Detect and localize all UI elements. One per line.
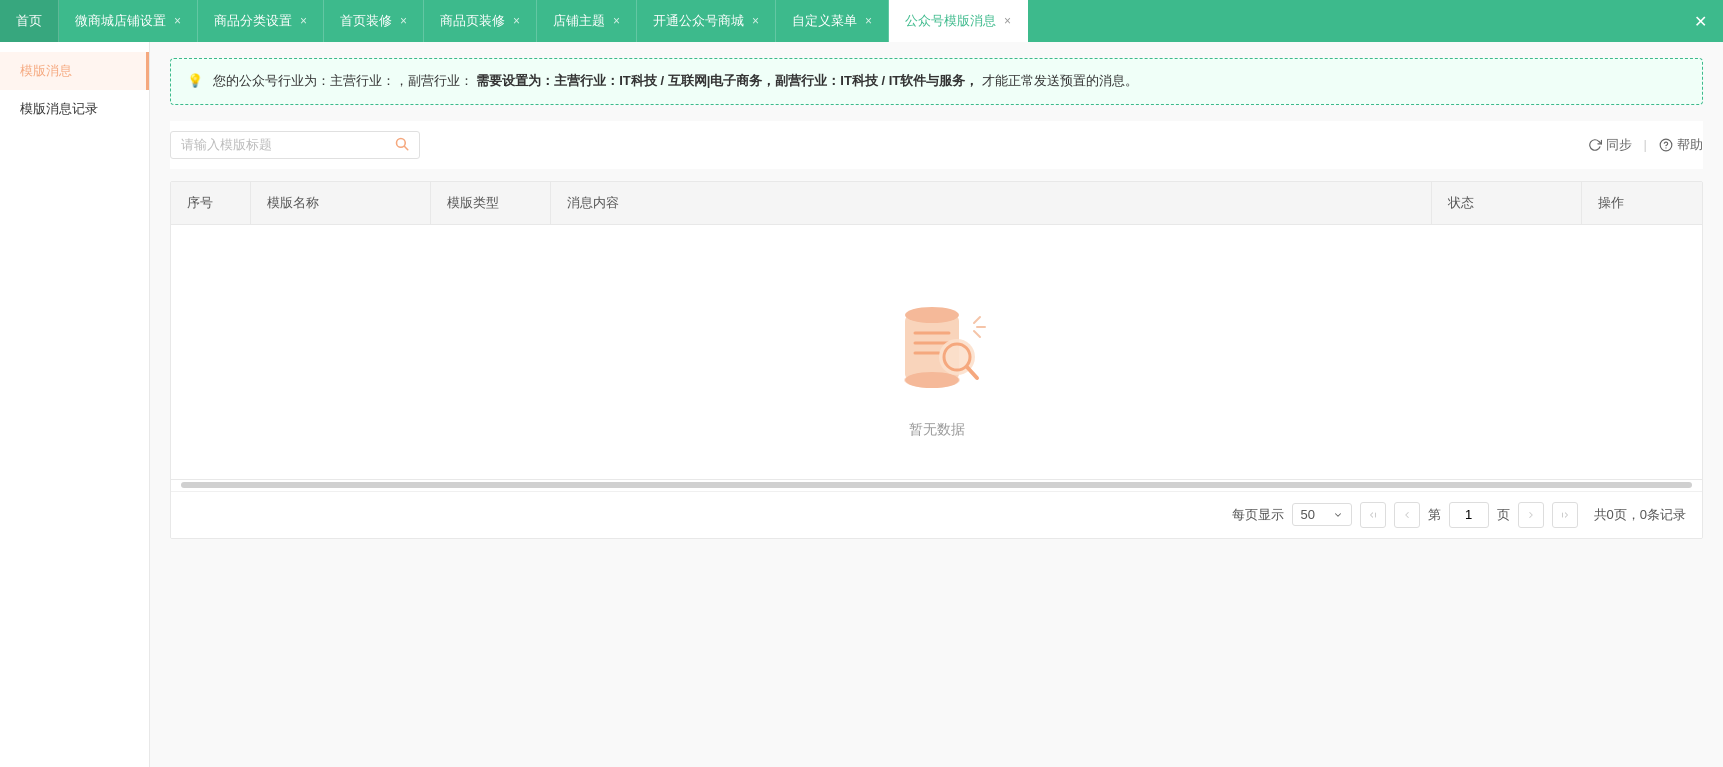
tab-template-msg[interactable]: 公众号模版消息 × [889,0,1028,42]
last-page-icon [1560,510,1570,520]
tab-shop-theme-label: 店铺主题 [553,12,605,30]
tab-shop-theme-close[interactable]: × [613,14,620,28]
tab-wechat-shop[interactable]: 微商城店铺设置 × [59,0,198,42]
sidebar: 模版消息 模版消息记录 [0,42,150,767]
search-row: 同步 | 帮助 [170,121,1703,169]
search-actions: 同步 | 帮助 [1588,136,1703,154]
col-name: 模版名称 [251,182,431,224]
tab-product-decor-close[interactable]: × [513,14,520,28]
tab-bar-close-all[interactable]: ✕ [1678,12,1723,31]
tab-custom-menu[interactable]: 自定义菜单 × [776,0,889,42]
sidebar-item-template-message-log[interactable]: 模版消息记录 [0,90,149,128]
empty-text: 暂无数据 [909,421,965,439]
prev-page-icon [1402,510,1412,520]
search-input[interactable] [181,137,394,152]
col-content: 消息内容 [551,182,1432,224]
tab-home-decor-close[interactable]: × [400,14,407,28]
search-input-wrap[interactable] [170,131,420,159]
content-area: 💡 您的公众号行业为：主营行业：，副营行业： 需要设置为：主营行业：IT科技 /… [150,42,1723,767]
first-page-button[interactable] [1360,502,1386,528]
fake-scrollbar[interactable] [181,482,1692,488]
tab-wechat-shop-close[interactable]: × [174,14,181,28]
tab-template-msg-label: 公众号模版消息 [905,12,996,30]
sidebar-item-template-message-label: 模版消息 [20,63,72,78]
help-label: 帮助 [1677,136,1703,154]
notice-banner: 💡 您的公众号行业为：主营行业：，副营行业： 需要设置为：主营行业：IT科技 /… [170,58,1703,105]
search-button[interactable] [394,136,409,154]
next-page-icon [1526,510,1536,520]
tab-product-decor-label: 商品页装修 [440,12,505,30]
tab-template-msg-close[interactable]: × [1004,14,1011,28]
sync-label: 同步 [1606,136,1632,154]
page-suffix-label: 页 [1497,506,1510,524]
main-layout: 模版消息 模版消息记录 💡 您的公众号行业为：主营行业：，副营行业： 需要设置为… [0,42,1723,767]
tab-home-decor-label: 首页装修 [340,12,392,30]
next-page-button[interactable] [1518,502,1544,528]
sidebar-item-template-message[interactable]: 模版消息 [0,52,149,90]
tab-open-mall-label: 开通公众号商城 [653,12,744,30]
first-page-icon [1368,510,1378,520]
tab-home[interactable]: 首页 [0,0,59,42]
divider-v: | [1644,137,1647,152]
table-header: 序号 模版名称 模版类型 消息内容 状态 操作 [171,182,1702,225]
tab-bar: 首页 微商城店铺设置 × 商品分类设置 × 首页装修 × 商品页装修 × 店铺主… [0,0,1723,42]
per-page-label: 每页显示 [1232,506,1284,524]
sidebar-item-template-message-log-label: 模版消息记录 [20,101,98,116]
tab-custom-menu-label: 自定义菜单 [792,12,857,30]
col-action: 操作 [1582,182,1702,224]
page-size-select[interactable]: 50 [1292,503,1352,526]
last-page-button[interactable] [1552,502,1578,528]
page-prefix-label: 第 [1428,506,1441,524]
svg-line-14 [974,317,980,323]
tab-home-label: 首页 [16,12,42,30]
tab-product-decor[interactable]: 商品页装修 × [424,0,537,42]
tab-wechat-shop-label: 微商城店铺设置 [75,12,166,30]
page-size-value: 50 [1301,507,1315,522]
tab-shop-theme[interactable]: 店铺主题 × [537,0,637,42]
notice-suffix: 才能正常发送预置的消息。 [982,73,1138,88]
svg-line-13 [967,367,977,378]
pagination-row: 每页显示 50 第 [171,491,1702,538]
tab-open-mall[interactable]: 开通公众号商城 × [637,0,776,42]
notice-icon: 💡 [187,73,203,88]
page-input[interactable] [1449,502,1489,528]
tab-product-category-close[interactable]: × [300,14,307,28]
empty-icon [877,285,997,405]
help-button[interactable]: 帮助 [1659,136,1703,154]
tab-open-mall-close[interactable]: × [752,14,759,28]
col-seq: 序号 [171,182,251,224]
svg-line-16 [974,331,980,337]
empty-state: 暂无数据 [171,225,1702,479]
tab-custom-menu-close[interactable]: × [865,14,872,28]
svg-point-7 [905,372,959,388]
notice-prefix: 您的公众号行业为：主营行业：，副营行业： [213,73,473,88]
svg-line-1 [404,146,407,149]
sync-button[interactable]: 同步 [1588,136,1632,154]
col-status: 状态 [1432,182,1582,224]
col-type: 模版类型 [431,182,551,224]
tab-product-category-label: 商品分类设置 [214,12,292,30]
notice-highlight: 需要设置为：主营行业：IT科技 / 互联网|电子商务，副营行业：IT科技 / I… [476,73,978,88]
svg-point-6 [905,307,959,323]
chevron-down-icon [1333,510,1343,520]
tab-product-category[interactable]: 商品分类设置 × [198,0,324,42]
prev-page-button[interactable] [1394,502,1420,528]
tab-home-decor[interactable]: 首页装修 × [324,0,424,42]
table-wrap: 序号 模版名称 模版类型 消息内容 状态 操作 [170,181,1703,539]
scrollbar-row[interactable] [171,479,1702,491]
pagination-total-info: 共0页，0条记录 [1594,506,1686,524]
